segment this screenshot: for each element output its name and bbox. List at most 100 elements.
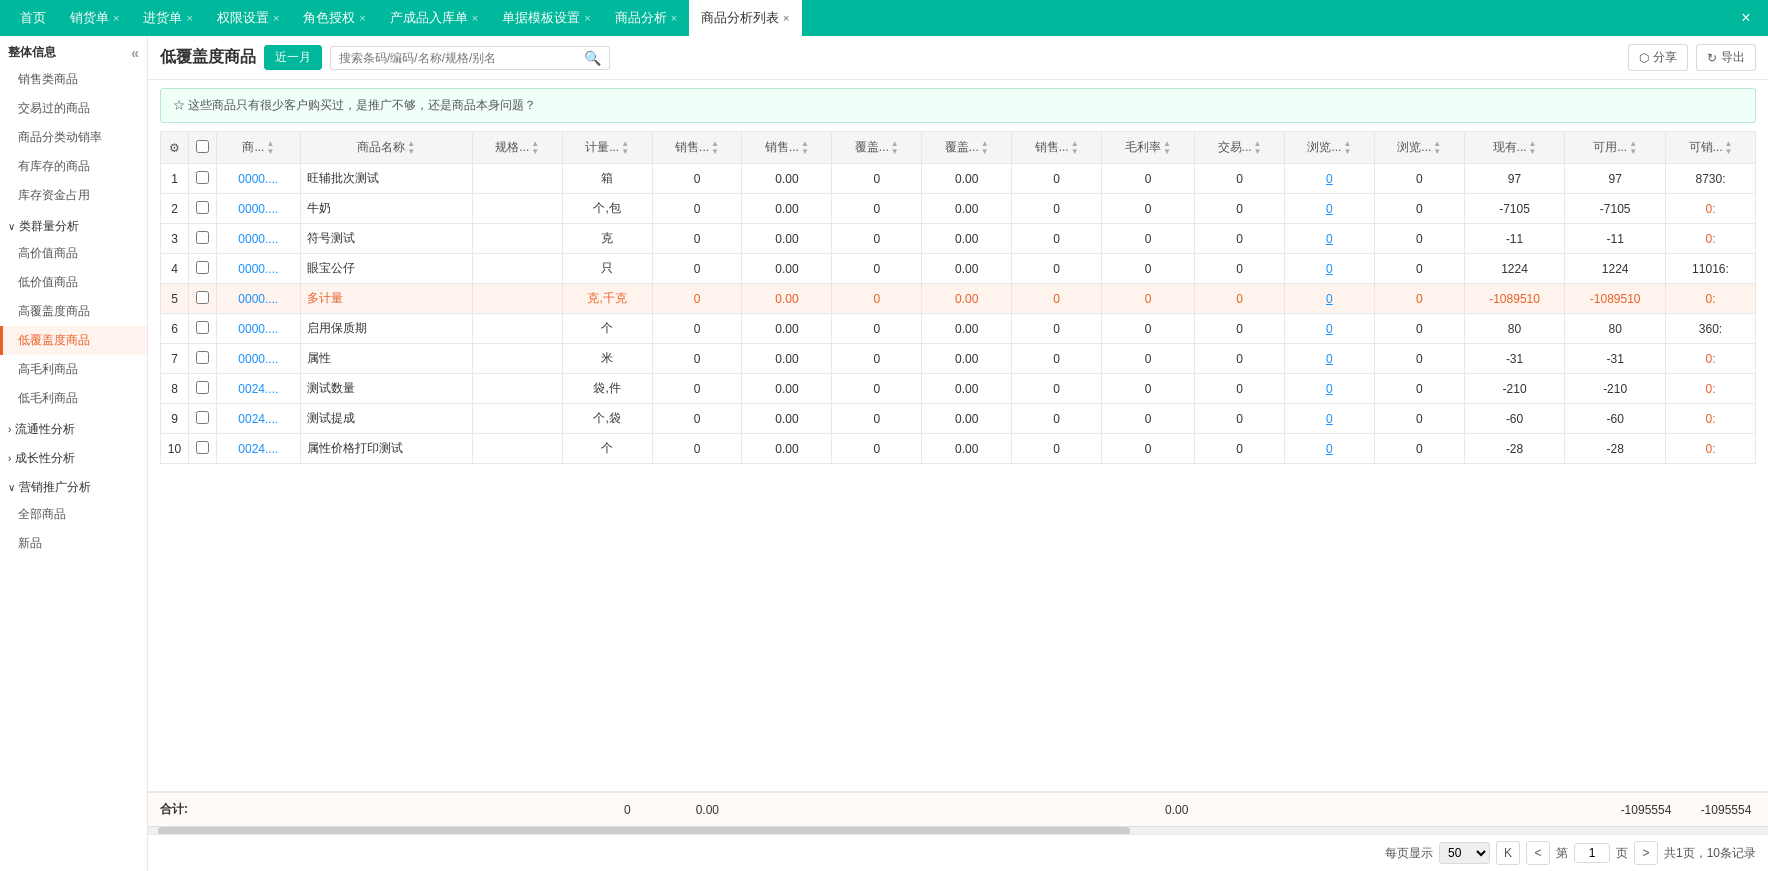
nav-analysis[interactable]: 商品分析× [603, 0, 689, 36]
col-sales1[interactable]: 销售...▲▼ [652, 132, 742, 164]
share-button[interactable]: ⬡ 分享 [1628, 44, 1688, 71]
row-sales2: 0.00 [742, 224, 832, 254]
sidebar-item-low-profit[interactable]: 低毛利商品 [0, 384, 147, 413]
row-browse1[interactable]: 0 [1284, 314, 1374, 344]
row-browse1[interactable]: 0 [1284, 224, 1374, 254]
row-name[interactable]: 属性 [300, 344, 472, 374]
nav-products[interactable]: 产成品入库单× [378, 0, 490, 36]
col-cover1[interactable]: 覆盖...▲▼ [832, 132, 922, 164]
row-unit: 克 [562, 224, 652, 254]
sidebar-group-marketing[interactable]: ∨营销推广分析 [0, 471, 147, 500]
row-name[interactable]: 测试数量 [300, 374, 472, 404]
row-name[interactable]: 眼宝公仔 [300, 254, 472, 284]
row-checkbox[interactable] [189, 254, 217, 284]
prev-page-btn[interactable]: < [1526, 841, 1550, 865]
sidebar-item-traded-goods[interactable]: 交易过的商品 [0, 94, 147, 123]
sidebar-group-flow[interactable]: ›流通性分析 [0, 413, 147, 442]
row-checkbox[interactable] [189, 284, 217, 314]
export-button[interactable]: ↻ 导出 [1696, 44, 1756, 71]
sidebar-group-growth[interactable]: ›成长性分析 [0, 442, 147, 471]
sidebar-item-high-value[interactable]: 高价值商品 [0, 239, 147, 268]
settings-col-header[interactable]: ⚙ [161, 132, 189, 164]
row-name[interactable]: 测试提成 [300, 404, 472, 434]
sidebar-collapse-btn[interactable]: « [131, 45, 139, 61]
sidebar-item-low-coverage[interactable]: 低覆盖度商品 [0, 326, 147, 355]
sidebar-item-new-goods[interactable]: 新品 [0, 529, 147, 558]
row-name[interactable]: 符号测试 [300, 224, 472, 254]
row-name[interactable]: 旺辅批次测试 [300, 164, 472, 194]
sidebar-item-low-value[interactable]: 低价值商品 [0, 268, 147, 297]
data-table: ⚙ 商...▲▼ 商品名称▲▼ 规格...▲▼ 计量...▲▼ 销售...▲▼ … [160, 131, 1756, 464]
row-browse1[interactable]: 0 [1284, 254, 1374, 284]
row-spec [472, 434, 562, 464]
row-browse1[interactable]: 0 [1284, 344, 1374, 374]
sidebar-item-all-goods[interactable]: 全部商品 [0, 500, 147, 529]
row-browse1[interactable]: 0 [1284, 194, 1374, 224]
filter-recent-month-btn[interactable]: 近一月 [264, 45, 322, 70]
row-name[interactable]: 牛奶 [300, 194, 472, 224]
row-checkbox[interactable] [189, 224, 217, 254]
table-row: 9 0024.... 测试提成 个,袋 0 0.00 0 0.00 0 0 0 … [161, 404, 1756, 434]
row-name[interactable]: 属性价格打印测试 [300, 434, 472, 464]
col-sales3[interactable]: 销售...▲▼ [1012, 132, 1102, 164]
col-browse2[interactable]: 浏览...▲▼ [1374, 132, 1464, 164]
nav-purchase[interactable]: 进货单× [131, 0, 204, 36]
col-sellable[interactable]: 可销...▲▼ [1665, 132, 1755, 164]
row-browse1[interactable]: 0 [1284, 164, 1374, 194]
per-page-select[interactable]: 50 100 200 [1439, 842, 1490, 864]
col-cover2[interactable]: 覆盖...▲▼ [922, 132, 1012, 164]
row-name[interactable]: 启用保质期 [300, 314, 472, 344]
row-sales3: 0 [1012, 404, 1102, 434]
row-checkbox[interactable] [189, 434, 217, 464]
row-browse1[interactable]: 0 [1284, 404, 1374, 434]
col-sales2[interactable]: 销售...▲▼ [742, 132, 832, 164]
col-spec[interactable]: 规格...▲▼ [472, 132, 562, 164]
sidebar-item-high-profit[interactable]: 高毛利商品 [0, 355, 147, 384]
sidebar-item-category-rate[interactable]: 商品分类动销率 [0, 123, 147, 152]
next-page-btn[interactable]: > [1634, 841, 1658, 865]
checkbox-col-header[interactable] [189, 132, 217, 164]
nav-roles[interactable]: 角色授权× [291, 0, 377, 36]
row-sales3: 0 [1012, 164, 1102, 194]
window-close-button[interactable]: × [1732, 4, 1760, 32]
row-checkbox[interactable] [189, 164, 217, 194]
col-available[interactable]: 可用...▲▼ [1565, 132, 1666, 164]
row-browse1[interactable]: 0 [1284, 374, 1374, 404]
sidebar-item-in-stock[interactable]: 有库存的商品 [0, 152, 147, 181]
col-browse1[interactable]: 浏览...▲▼ [1284, 132, 1374, 164]
col-code[interactable]: 商...▲▼ [217, 132, 301, 164]
nav-templates[interactable]: 单据模板设置× [490, 0, 602, 36]
sidebar-group-cluster[interactable]: ∨类群量分析 [0, 210, 147, 239]
select-all-checkbox[interactable] [196, 140, 209, 153]
sidebar-item-high-coverage[interactable]: 高覆盖度商品 [0, 297, 147, 326]
nav-sales[interactable]: 销货单× [58, 0, 131, 36]
nav-permissions[interactable]: 权限设置× [205, 0, 291, 36]
col-name[interactable]: 商品名称▲▼ [300, 132, 472, 164]
row-gross: 0 [1102, 404, 1195, 434]
col-trade[interactable]: 交易...▲▼ [1195, 132, 1285, 164]
col-unit[interactable]: 计量...▲▼ [562, 132, 652, 164]
row-checkbox[interactable] [189, 404, 217, 434]
sidebar-item-sales-goods[interactable]: 销售类商品 [0, 65, 147, 94]
row-spec [472, 194, 562, 224]
row-checkbox[interactable] [189, 314, 217, 344]
row-sellable: 8730: [1665, 164, 1755, 194]
search-input[interactable] [339, 51, 584, 65]
nav-analysis-list[interactable]: 商品分析列表× [689, 0, 801, 36]
row-sellable: 0: [1665, 434, 1755, 464]
page-number-input[interactable] [1574, 843, 1610, 863]
search-box[interactable]: 🔍 [330, 46, 610, 70]
row-browse1[interactable]: 0 [1284, 434, 1374, 464]
row-checkbox[interactable] [189, 374, 217, 404]
row-checkbox[interactable] [189, 344, 217, 374]
first-page-btn[interactable]: K [1496, 841, 1520, 865]
pagination-bar: 每页显示 50 100 200 K < 第 页 > 共1页，10条记录 [148, 834, 1768, 871]
row-checkbox[interactable] [189, 194, 217, 224]
col-current[interactable]: 现有...▲▼ [1464, 132, 1565, 164]
row-name[interactable]: 多计量 [300, 284, 472, 314]
col-gross[interactable]: 毛利率▲▼ [1102, 132, 1195, 164]
row-browse1[interactable]: 0 [1284, 284, 1374, 314]
nav-home[interactable]: 首页 [8, 0, 58, 36]
row-unit: 克,千克 [562, 284, 652, 314]
sidebar-item-stock-fund[interactable]: 库存资金占用 [0, 181, 147, 210]
